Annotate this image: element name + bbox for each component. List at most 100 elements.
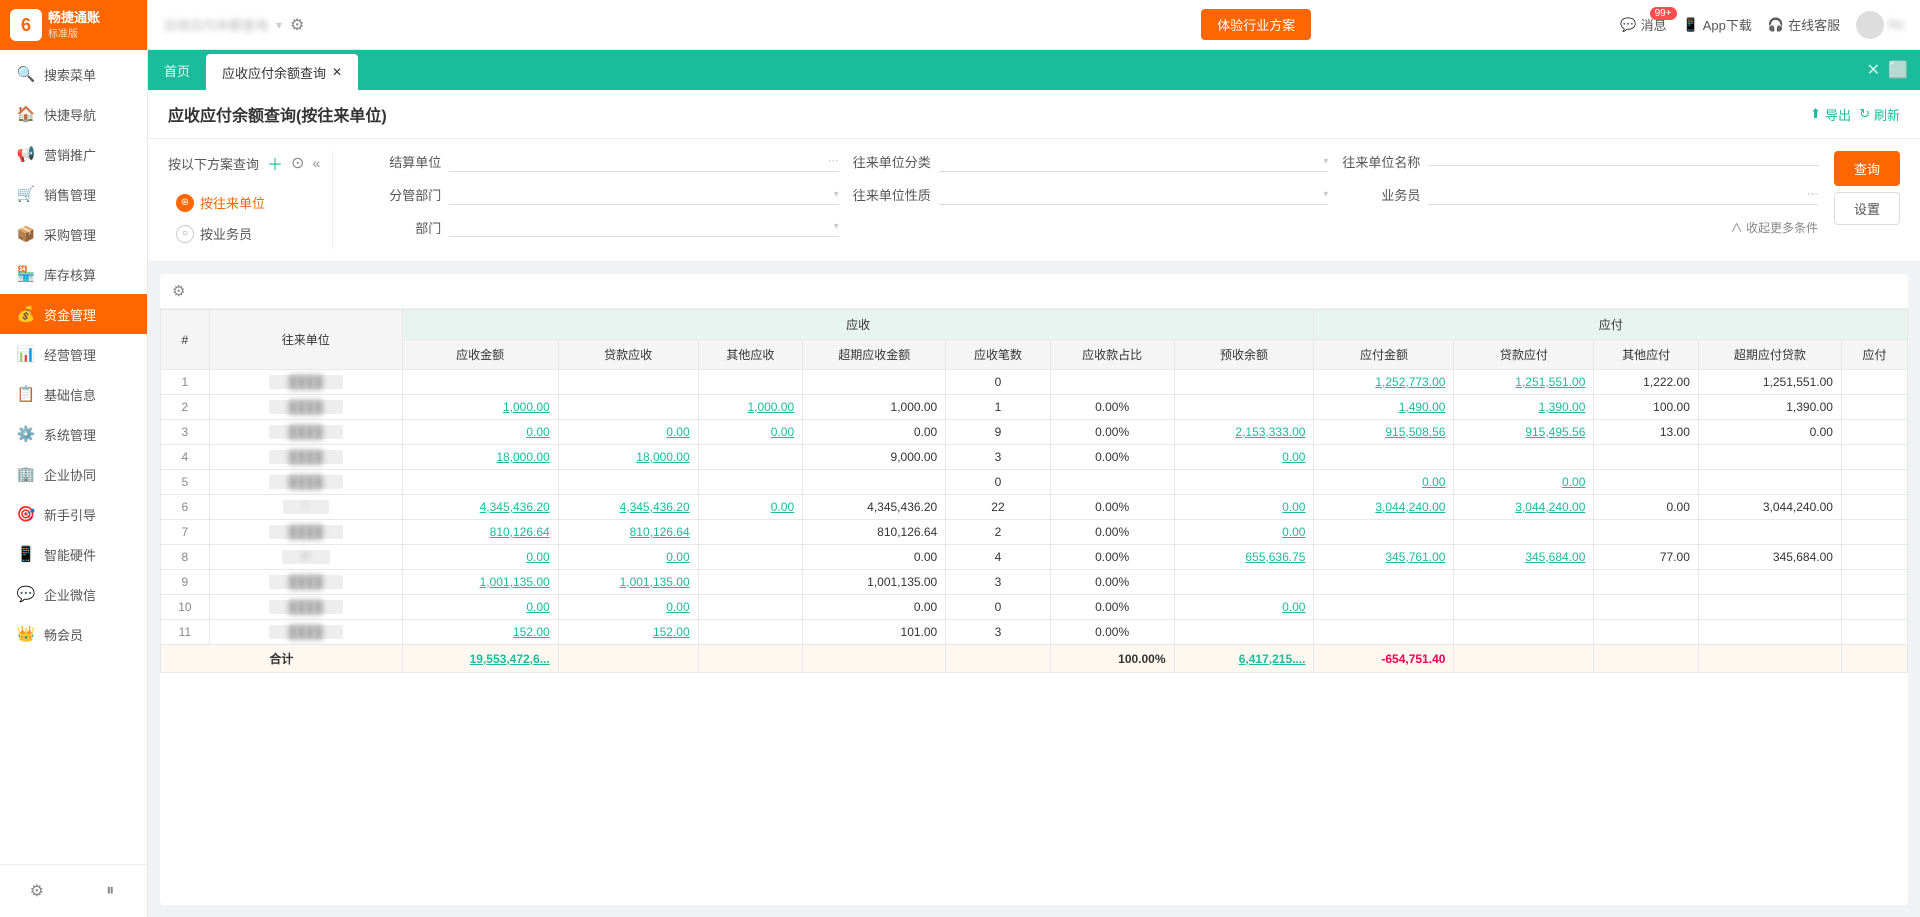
row-ar-loan[interactable]: 0.00 [558, 545, 698, 570]
row-ap-amt[interactable]: 915,508.56 [1314, 420, 1454, 445]
content-area: 应收应付余额查询(按往来单位) ⬆ 导出 ↻ 刷新 按以下方案查询 [148, 90, 1920, 917]
enterprise-icon: 🏢 [16, 464, 36, 484]
sidebar-item-basic[interactable]: 📋 基础信息 [0, 374, 147, 414]
footer-ar-amt[interactable]: 19,553,472,6... [402, 645, 558, 673]
unit-nature-select[interactable]: ▾ [939, 185, 1329, 205]
export-button[interactable]: ⬆ 导出 [1810, 105, 1851, 124]
unit-name-select[interactable] [1428, 157, 1818, 166]
dept-select[interactable]: ▾ [449, 217, 839, 237]
tab-ar-ap[interactable]: 应收应付余额查询 ✕ [206, 54, 358, 90]
scheme-by-unit[interactable]: ⊛ 按往来单位 [168, 187, 320, 218]
row-ap-amt[interactable]: 0.00 [1314, 470, 1454, 495]
row-ar-loan[interactable]: 18,000.00 [558, 445, 698, 470]
row-ap-loan[interactable]: 0.00 [1454, 470, 1594, 495]
row-ap-loan[interactable]: 3,044,240.00 [1454, 495, 1594, 520]
row-ar-other[interactable]: 1,000.00 [698, 395, 803, 420]
row-ar-amt[interactable]: 0.00 [402, 545, 558, 570]
tab-home[interactable]: 首页 [148, 50, 206, 90]
row-ar-loan[interactable]: 810,126.64 [558, 520, 698, 545]
sidebar-item-sales[interactable]: 🛒 销售管理 [0, 174, 147, 214]
collapse-more-btn[interactable]: ∧ 收起更多条件 [1731, 219, 1818, 236]
sidebar-item-purchase[interactable]: 📦 采购管理 [0, 214, 147, 254]
salesperson-select[interactable]: ··· [1428, 184, 1818, 205]
query-button[interactable]: 查询 [1834, 151, 1900, 186]
row-ar-other[interactable]: 0.00 [698, 420, 803, 445]
settlement-unit-select[interactable]: ··· [449, 151, 839, 172]
row-ar-prepay[interactable]: 2,153,333.00 [1174, 420, 1314, 445]
dept-manager-select[interactable]: ▾ [449, 185, 839, 205]
row-ar-amt[interactable]: 0.00 [402, 420, 558, 445]
sidebar-item-finance[interactable]: 💰 资金管理 [0, 294, 147, 334]
sidebar-item-marketing[interactable]: 📢 营销推广 [0, 134, 147, 174]
sidebar-item-quick-nav[interactable]: 🏠 快捷导航 [0, 94, 147, 134]
table-wrapper[interactable]: # 往来单位 应收 应付 应收金额 贷款应收 其他应收 超期应收金额 应收笔数 … [160, 309, 1908, 905]
filter-add-btn[interactable]: ＋ [267, 151, 283, 175]
sidebar-item-member[interactable]: 👑 畅会员 [0, 614, 147, 654]
row-ar-amt[interactable]: 18,000.00 [402, 445, 558, 470]
row-ar-loan[interactable]: 0.00 [558, 420, 698, 445]
dept-manager-arrow: ▾ [834, 189, 839, 200]
row-ap-amt[interactable]: 345,761.00 [1314, 545, 1454, 570]
row-no: 6 [161, 495, 210, 520]
row-ar-amt[interactable]: 4,345,436.20 [402, 495, 558, 520]
sidebar-item-wechat[interactable]: 💬 企业微信 [0, 574, 147, 614]
tab-close-icon[interactable]: ✕ [332, 65, 342, 79]
row-ar-prepay[interactable]: 0.00 [1174, 520, 1314, 545]
filter-collapse-btn[interactable]: « [312, 155, 320, 171]
row-ap-loan[interactable]: 345,684.00 [1454, 545, 1594, 570]
sidebar-item-guide[interactable]: 🎯 新手引导 [0, 494, 147, 534]
header-gear-icon[interactable]: ⚙ [290, 15, 304, 35]
row-ar-loan[interactable]: 0.00 [558, 595, 698, 620]
table-row: 8P0.000.000.0040.00%655,636.75345,761.00… [161, 545, 1908, 570]
row-ar-prepay[interactable]: 0.00 [1174, 595, 1314, 620]
row-ar-amt[interactable]: 1,000.00 [402, 395, 558, 420]
sidebar-item-operation[interactable]: 📊 经营管理 [0, 334, 147, 374]
logo: 6 畅捷通账 标准版 [0, 0, 147, 50]
collapse-footer-btn[interactable]: ⏸ [92, 873, 128, 909]
refresh-button[interactable]: ↻ 刷新 [1859, 105, 1900, 124]
row-ar-loan[interactable]: 152.00 [558, 620, 698, 645]
row-ar-prepay[interactable]: 0.00 [1174, 495, 1314, 520]
filter-unit-nature: 往来单位性质 ▾ [851, 184, 1329, 205]
row-ar-amt[interactable]: 1,001,135.00 [402, 570, 558, 595]
online-service-action[interactable]: 🎧 在线客服 [1768, 15, 1840, 34]
settings-footer-btn[interactable]: ⚙ [19, 873, 55, 909]
row-ar-other[interactable]: 0.00 [698, 495, 803, 520]
row-ar-prepay[interactable]: 655,636.75 [1174, 545, 1314, 570]
tab-bar-actions: ✕ ⬜ [1867, 60, 1920, 80]
sidebar-item-hardware[interactable]: 📱 智能硬件 [0, 534, 147, 574]
unit-category-select[interactable]: ▾ [939, 152, 1329, 172]
sidebar-item-enterprise[interactable]: 🏢 企业协同 [0, 454, 147, 494]
sidebar-item-inventory[interactable]: 🏪 库存核算 [0, 254, 147, 294]
row-ap-extra [1841, 370, 1907, 395]
row-ap-amt[interactable]: 3,044,240.00 [1314, 495, 1454, 520]
app-download-action[interactable]: 📱 App下载 [1683, 15, 1752, 34]
user-avatar[interactable]: Rit [1856, 11, 1904, 39]
footer-ar-prepay[interactable]: 6,417,215.... [1174, 645, 1314, 673]
sidebar-item-search[interactable]: 🔍 搜索菜单 [0, 54, 147, 94]
table-settings-icon[interactable]: ⚙ [172, 282, 185, 300]
row-ap-loan[interactable]: 1,251,551.00 [1454, 370, 1594, 395]
marketing-icon: 📢 [16, 144, 36, 164]
trial-button[interactable]: 体验行业方案 [1201, 9, 1311, 40]
row-ar-amt[interactable]: 810,126.64 [402, 520, 558, 545]
row-ar-overdue: 0.00 [803, 420, 946, 445]
row-ap-loan[interactable]: 915,495.56 [1454, 420, 1594, 445]
message-action[interactable]: 💬 消息 99+ [1620, 15, 1666, 34]
filter-settings-btn[interactable]: ⊙ [291, 153, 304, 173]
row-ap-amt[interactable]: 1,490.00 [1314, 395, 1454, 420]
footer-ap-loan [1454, 645, 1594, 673]
row-ar-amt[interactable]: 0.00 [402, 595, 558, 620]
row-ap-amt[interactable]: 1,252,773.00 [1314, 370, 1454, 395]
row-ap-loan[interactable]: 1,390.00 [1454, 395, 1594, 420]
hardware-icon: 📱 [16, 544, 36, 564]
tab-close-window-icon[interactable]: ✕ [1867, 60, 1880, 80]
row-ar-amt[interactable]: 152.00 [402, 620, 558, 645]
tab-expand-icon[interactable]: ⬜ [1888, 60, 1908, 80]
sidebar-item-system[interactable]: ⚙️ 系统管理 [0, 414, 147, 454]
row-ar-loan[interactable]: 4,345,436.20 [558, 495, 698, 520]
setting-button[interactable]: 设置 [1834, 192, 1900, 225]
scheme-by-salesperson[interactable]: ○ 按业务员 [168, 218, 320, 249]
row-ar-loan[interactable]: 1,001,135.00 [558, 570, 698, 595]
row-ar-prepay[interactable]: 0.00 [1174, 445, 1314, 470]
